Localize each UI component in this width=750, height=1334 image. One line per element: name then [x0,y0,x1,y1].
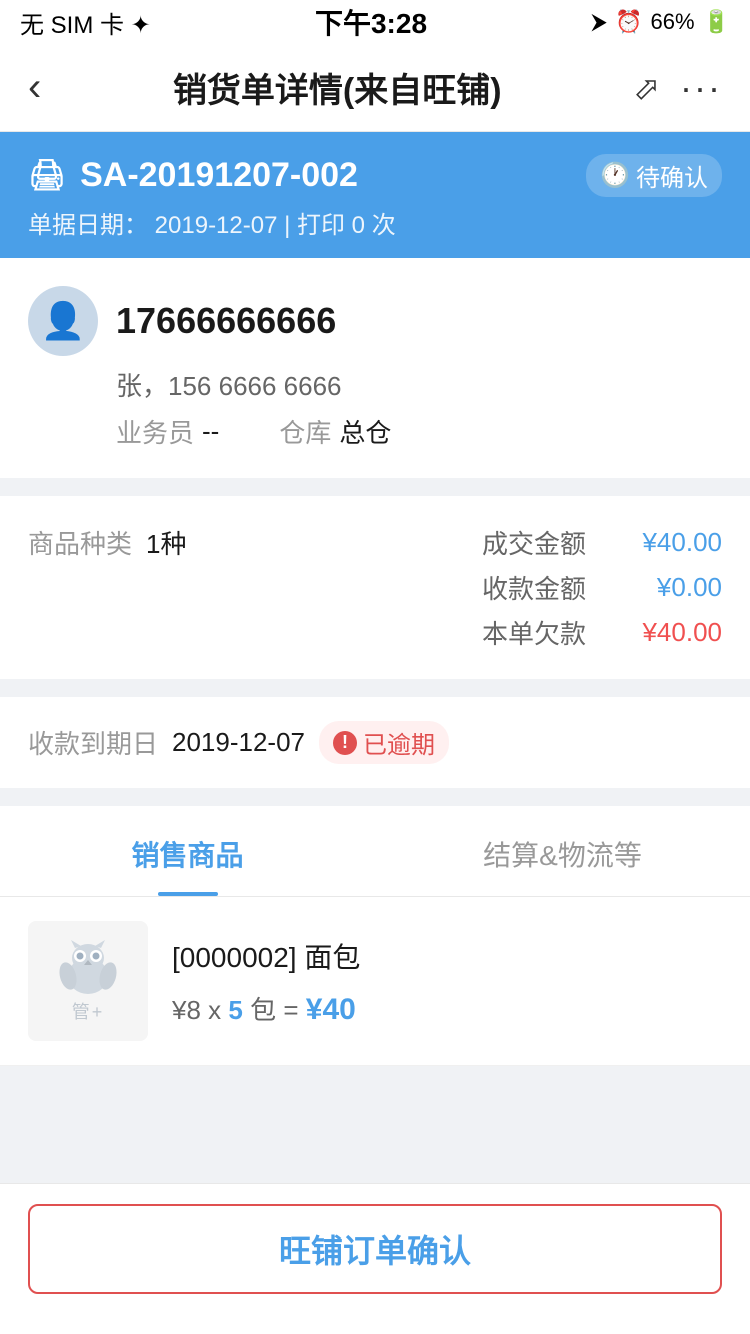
due-date-label: 收款到期日 [28,724,158,761]
order-id-row: 🖨 SA-20191207-002 🕐 待确认 [28,154,722,197]
salesperson-label: 业务员 [116,413,194,450]
customer-phone: 17666666666 [116,300,336,342]
kind-label: 商品种类 [28,524,132,561]
bottom-button-area: 旺铺订单确认 [0,1183,750,1334]
overdue-text: 已逾期 [363,725,435,760]
deal-amount-label: 成交金额 [482,524,586,561]
debt-amount-item: 本单欠款 ¥40.00 [482,614,722,651]
payment-amount-label: 收款金额 [482,569,586,606]
product-name: [0000002] 面包 [172,936,722,976]
product-info: [0000002] 面包 ¥8 x 5 包 = ¥40 [172,936,722,1027]
customer-meta: 业务员 -- 仓库 总仓 [28,413,722,450]
product-owl-icon: 管+ [53,938,123,1024]
battery-level: 66% [651,9,695,35]
order-icon: 🖨 [28,158,66,193]
order-status-badge: 🕐 待确认 [586,154,722,197]
deal-amount-value: ¥40.00 [602,527,722,558]
order-header: 🖨 SA-20191207-002 🕐 待确认 单据日期： 2019-12-07… [0,132,750,258]
print-info: | 打印 0 次 [284,212,396,239]
status-right: ⮞ ⏰ 66% 🔋 [591,9,730,35]
summary-section: 商品种类 1种 成交金额 ¥40.00 收款金额 ¥0.00 本单欠款 ¥40.… [0,496,750,679]
clock-icon: 🕐 [600,161,630,190]
avatar: 👤 [28,286,98,356]
summary-grid: 商品种类 1种 成交金额 ¥40.00 收款金额 ¥0.00 本单欠款 ¥40.… [28,524,722,651]
back-button[interactable]: ‹ [28,65,41,110]
battery-icon: 🔋 [703,9,730,35]
product-title: 面包 [304,942,360,973]
tab-settlement-logistics[interactable]: 结算&物流等 [375,806,750,896]
payment-amount-value: ¥0.00 [602,572,722,603]
debt-amount-value: ¥40.00 [602,617,722,648]
status-time: 下午3:28 [315,2,427,42]
summary-kind: 商品种类 1种 [28,524,186,561]
share-icon[interactable]: ⬀ [633,69,660,107]
more-icon[interactable]: ··· [680,67,722,109]
avatar-icon: 👤 [41,300,86,342]
deal-amount-item: 成交金额 ¥40.00 [482,524,722,561]
warehouse-label: 仓库 [279,413,331,450]
summary-amounts: 成交金额 ¥40.00 收款金额 ¥0.00 本单欠款 ¥40.00 [482,524,722,651]
multiply-sign: x [208,995,228,1025]
customer-section: 👤 17666666666 张，156 6666 6666 业务员 -- 仓库 … [0,258,750,478]
brand-text: 管+ [72,998,105,1024]
order-status-text: 待确认 [636,158,708,193]
table-row: 管+ [0000002] 面包 ¥8 x 5 包 = ¥40 [0,897,750,1066]
nav-right: ⬀ ··· [633,67,722,109]
total-price: ¥40 [306,993,356,1026]
status-bar: 无 SIM 卡 ✦ 下午3:28 ⮞ ⏰ 66% 🔋 [0,0,750,44]
customer-row: 👤 17666666666 [28,286,722,356]
location-icon: ⮞ [591,9,607,35]
product-thumbnail: 管+ [28,921,148,1041]
product-code: [0000002] [172,942,297,973]
order-id-text: SA-20191207-002 [80,156,358,195]
nav-bar: ‹ 销货单详情(来自旺铺) ⬀ ··· [0,44,750,132]
kind-value: 1种 [146,524,186,561]
due-date-value: 2019-12-07 [172,727,305,758]
status-left: 无 SIM 卡 ✦ [20,5,151,40]
salesperson-value: -- [202,416,219,447]
page-title: 销货单详情(来自旺铺) [173,63,502,112]
overdue-badge: ! 已逾期 [319,721,449,764]
payment-amount-item: 收款金额 ¥0.00 [482,569,722,606]
debt-amount-label: 本单欠款 [482,614,586,651]
product-list: 管+ [0000002] 面包 ¥8 x 5 包 = ¥40 [0,897,750,1066]
order-date-value: 2019-12-07 [155,212,278,239]
equals-sign: = [283,995,305,1025]
overdue-icon: ! [333,731,357,755]
nav-left: ‹ [28,65,41,110]
warehouse-value: 总仓 [339,413,391,450]
salesperson-item: 业务员 -- [116,413,219,450]
due-date-section: 收款到期日 2019-12-07 ! 已逾期 [0,697,750,788]
warehouse-item: 仓库 总仓 [279,413,391,450]
tabs-section: 销售商品 结算&物流等 [0,806,750,1066]
product-price-row: ¥8 x 5 包 = ¥40 [172,990,722,1027]
sim-status: 无 SIM 卡 ✦ [20,5,151,40]
unit-price: ¥8 [172,995,201,1025]
confirm-order-button[interactable]: 旺铺订单确认 [28,1204,722,1294]
quantity: 5 [228,995,242,1025]
customer-name: 张，156 6666 6666 [28,366,722,403]
order-id: 🖨 SA-20191207-002 [28,156,358,195]
order-date-row: 单据日期： 2019-12-07 | 打印 0 次 [28,205,722,240]
alarm-icon: ⏰ [615,9,642,35]
tabs-row: 销售商品 结算&物流等 [0,806,750,897]
tab-sales-products[interactable]: 销售商品 [0,806,375,896]
date-label: 单据日期： [28,212,148,239]
unit-text: 包 [250,995,276,1025]
